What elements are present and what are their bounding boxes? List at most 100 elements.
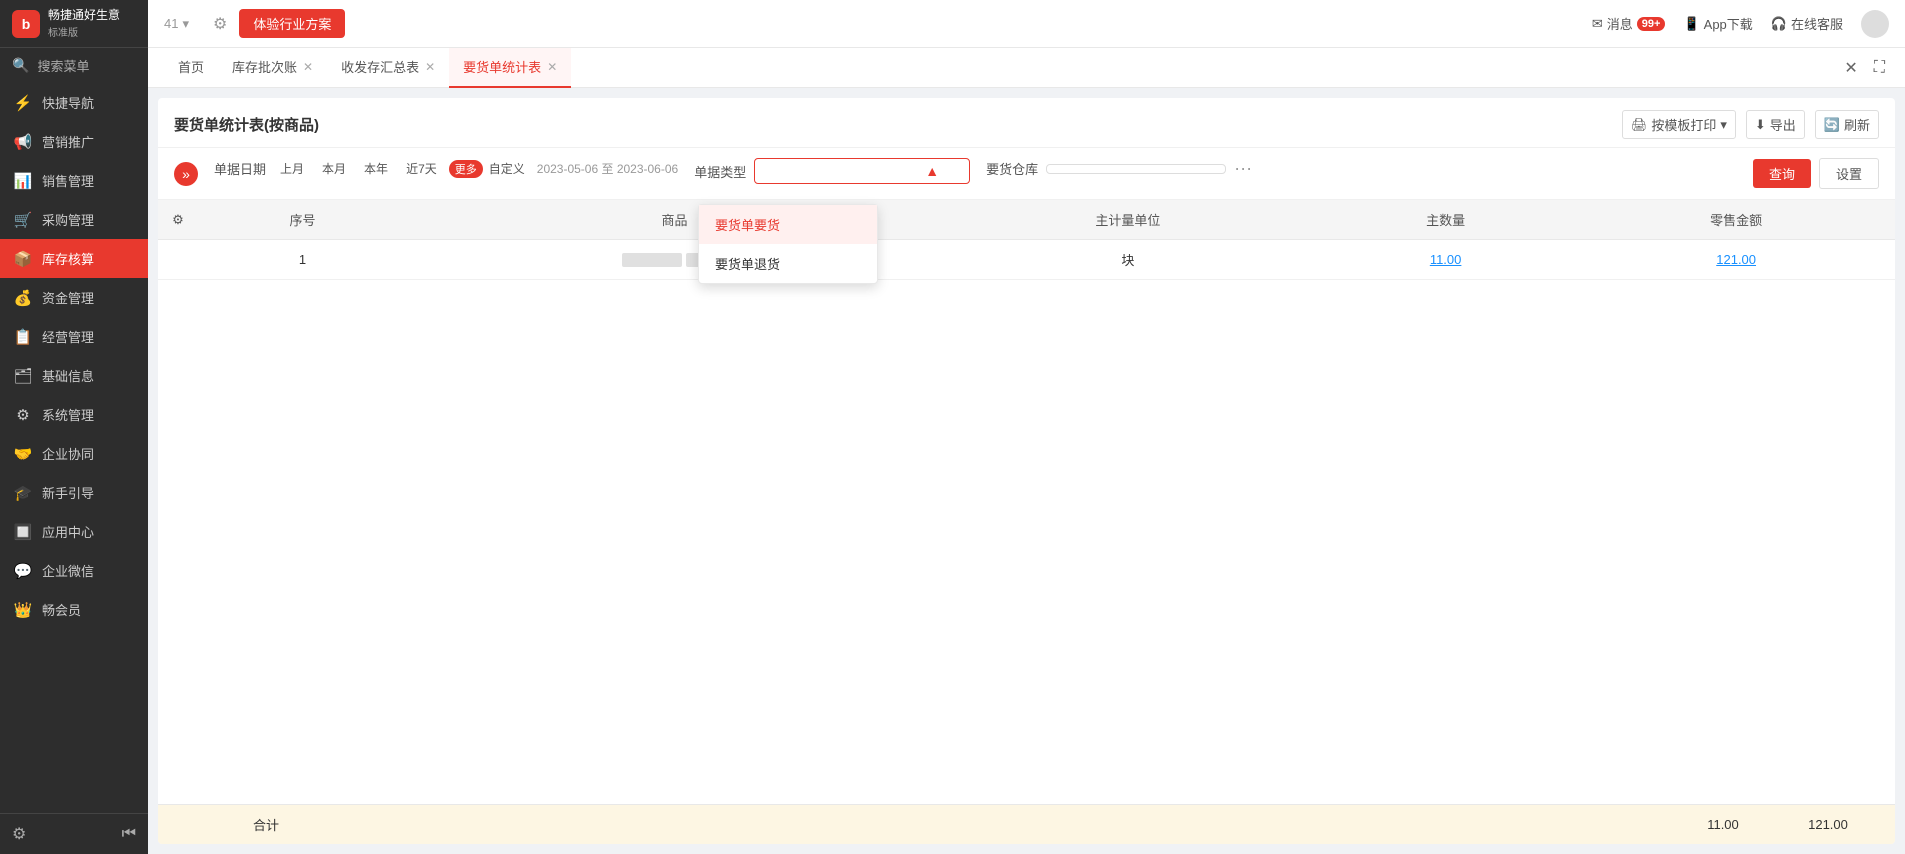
date-btn-this-month[interactable]: 本月 <box>316 158 352 179</box>
nav-label: 企业微信 <box>42 561 94 580</box>
online-service-btn[interactable]: 🎧 在线客服 <box>1771 14 1843 33</box>
nav-label: 经营管理 <box>42 327 94 346</box>
sidebar-collapse-btn[interactable]: ⏮ <box>122 825 136 843</box>
sidebar-search[interactable]: 🔍 搜索菜单 <box>0 48 148 83</box>
cell-empty <box>158 240 198 280</box>
cell-unit: 块 <box>942 240 1314 280</box>
date-btn-this-year[interactable]: 本年 <box>358 158 394 179</box>
tabs-expand: ✕ ⛶ <box>1840 54 1889 82</box>
sidebar-item-guide[interactable]: 🎓 新手引导 <box>0 473 148 512</box>
date-btn-custom[interactable]: 自定义 <box>489 160 525 177</box>
sidebar-item-wechat[interactable]: 💬 企业微信 <box>0 551 148 590</box>
dropdown-item-return[interactable]: 要货单退货 <box>699 244 877 283</box>
col-amount: 零售金额 <box>1577 200 1895 240</box>
close-icon[interactable]: ✕ <box>425 60 435 74</box>
maximize-icon[interactable]: ⛶ <box>1870 55 1889 81</box>
sidebar-bottom: ⚙ ⏮ <box>0 813 148 854</box>
query-button[interactable]: 查询 <box>1753 159 1811 188</box>
warehouse-select[interactable] <box>1046 164 1226 174</box>
marketing-icon: 📢 <box>12 133 34 151</box>
footer-amount: 121.00 <box>1773 817 1883 832</box>
cell-quantity: 11.00 <box>1314 240 1577 280</box>
trial-button[interactable]: 体验行业方案 <box>239 9 345 38</box>
tab-home[interactable]: 首页 <box>164 48 218 88</box>
type-select[interactable]: ▲ <box>754 158 970 184</box>
date-btn-7days[interactable]: 近7天 <box>400 158 443 179</box>
sidebar-item-appstore[interactable]: 🔲 应用中心 <box>0 512 148 551</box>
sidebar-search-label: 搜索菜单 <box>37 56 89 75</box>
sidebar-item-inventory[interactable]: 📦 库存核算 <box>0 239 148 278</box>
search-icon: 🔍 <box>12 57 29 74</box>
nav-label: 系统管理 <box>42 405 94 424</box>
close-icon[interactable]: ✕ <box>303 60 313 74</box>
sidebar-item-finance[interactable]: 💰 资金管理 <box>0 278 148 317</box>
settings-icon[interactable]: ⚙ <box>12 824 26 844</box>
topbar-store: 41 ▾ <box>164 16 189 32</box>
refresh-icon: 🔄 <box>1824 117 1840 133</box>
close-all-icon[interactable]: ✕ <box>1840 54 1861 82</box>
export-btn[interactable]: ⬇ 导出 <box>1746 110 1805 139</box>
date-btn-more[interactable]: 更多 <box>449 160 483 178</box>
sidebar-item-quick-nav[interactable]: ⚡ 快捷导航 <box>0 83 148 122</box>
tab-stock-summary[interactable]: 收发存汇总表 ✕ <box>327 48 449 88</box>
app-download-btn[interactable]: 📱 App下载 <box>1683 14 1752 33</box>
sidebar-item-cooperation[interactable]: 🤝 企业协同 <box>0 434 148 473</box>
app-download-label: App下载 <box>1704 14 1753 33</box>
tab-label: 收发存汇总表 <box>341 57 419 76</box>
page-title: 要货单统计表(按商品) <box>174 114 319 135</box>
nav-label: 畅会员 <box>42 600 81 619</box>
tab-order-stats[interactable]: 要货单统计表 ✕ <box>449 48 571 88</box>
filter-collapse-btn[interactable]: » <box>174 162 198 186</box>
filter-more-dots[interactable]: ··· <box>1234 158 1252 179</box>
topbar-gear-icon[interactable]: ⚙ <box>213 14 227 34</box>
cooperation-icon: 🤝 <box>12 445 34 463</box>
type-filter-group: 单据类型 ▲ <box>694 158 970 184</box>
sidebar: b 畅捷通好生意 标准版 🔍 搜索菜单 ⚡ 快捷导航 📢 营销推广 📊 销售管理… <box>0 0 148 854</box>
content-area: 要货单统计表(按商品) 🖨 按模板打印 ▾ ⬇ 导出 🔄 刷新 » <box>158 98 1895 844</box>
quantity-link[interactable]: 11.00 <box>1430 252 1462 267</box>
data-table: ⚙ 序号 商品 主计量单位 主数量 零售金额 1 <box>158 200 1895 280</box>
message-badge: 99+ <box>1637 17 1666 31</box>
settings-button[interactable]: 设置 <box>1819 158 1879 189</box>
sidebar-item-basic[interactable]: 🗂 基础信息 <box>0 356 148 395</box>
nav-label: 基础信息 <box>42 366 94 385</box>
table-container: ⚙ 序号 商品 主计量单位 主数量 零售金额 1 <box>158 200 1895 804</box>
message-btn[interactable]: ✉ 消息 99+ <box>1592 14 1666 33</box>
refresh-btn[interactable]: 🔄 刷新 <box>1815 110 1879 139</box>
chevron-down-icon[interactable]: ▾ <box>182 16 189 32</box>
sidebar-item-sales[interactable]: 📊 销售管理 <box>0 161 148 200</box>
tab-label: 要货单统计表 <box>463 57 541 76</box>
sidebar-item-purchase[interactable]: 🛒 采购管理 <box>0 200 148 239</box>
logo-text-block: 畅捷通好生意 标准版 <box>48 8 120 39</box>
filter-bar: » 单据日期 上月 本月 本年 近7天 更多 自定义 2023-05-06 至 … <box>158 148 1895 200</box>
nav-label: 应用中心 <box>42 522 94 541</box>
user-avatar[interactable] <box>1861 10 1889 38</box>
store-number: 41 <box>164 16 178 31</box>
refresh-label: 刷新 <box>1844 115 1870 134</box>
dropdown-item-purchase[interactable]: 要货单要货 <box>699 205 877 244</box>
date-label: 单据日期 <box>214 159 266 178</box>
amount-link[interactable]: 121.00 <box>1716 252 1756 267</box>
main: 41 ▾ ⚙ 体验行业方案 ✉ 消息 99+ 📱 App下载 🎧 在线客服 <box>148 0 1905 854</box>
tab-inventory-batch[interactable]: 库存批次账 ✕ <box>218 48 327 88</box>
column-settings[interactable]: ⚙ <box>158 200 198 240</box>
date-btn-last-month[interactable]: 上月 <box>274 158 310 179</box>
sidebar-item-system[interactable]: ⚙ 系统管理 <box>0 395 148 434</box>
footer-quantity: 11.00 <box>1673 817 1773 832</box>
cell-seq: 1 <box>198 240 407 280</box>
sidebar-item-vip[interactable]: 👑 畅会员 <box>0 590 148 629</box>
page-actions: 🖨 按模板打印 ▾ ⬇ 导出 🔄 刷新 <box>1622 110 1879 139</box>
finance-icon: 💰 <box>12 289 34 307</box>
brand-sub: 标准版 <box>48 24 120 39</box>
purchase-icon: 🛒 <box>12 211 34 229</box>
basic-icon: 🗂 <box>12 367 34 385</box>
sidebar-item-marketing[interactable]: 📢 营销推广 <box>0 122 148 161</box>
quick-nav-icon: ⚡ <box>12 94 34 112</box>
online-service-label: 在线客服 <box>1791 14 1843 33</box>
export-icon: ⬇ <box>1755 117 1766 133</box>
type-dropdown: 要货单要货 要货单退货 <box>698 204 878 284</box>
print-btn[interactable]: 🖨 按模板打印 ▾ <box>1622 110 1736 139</box>
sidebar-item-operation[interactable]: 📋 经营管理 <box>0 317 148 356</box>
close-icon[interactable]: ✕ <box>547 60 557 74</box>
dropdown-item-label: 要货单退货 <box>715 257 780 272</box>
